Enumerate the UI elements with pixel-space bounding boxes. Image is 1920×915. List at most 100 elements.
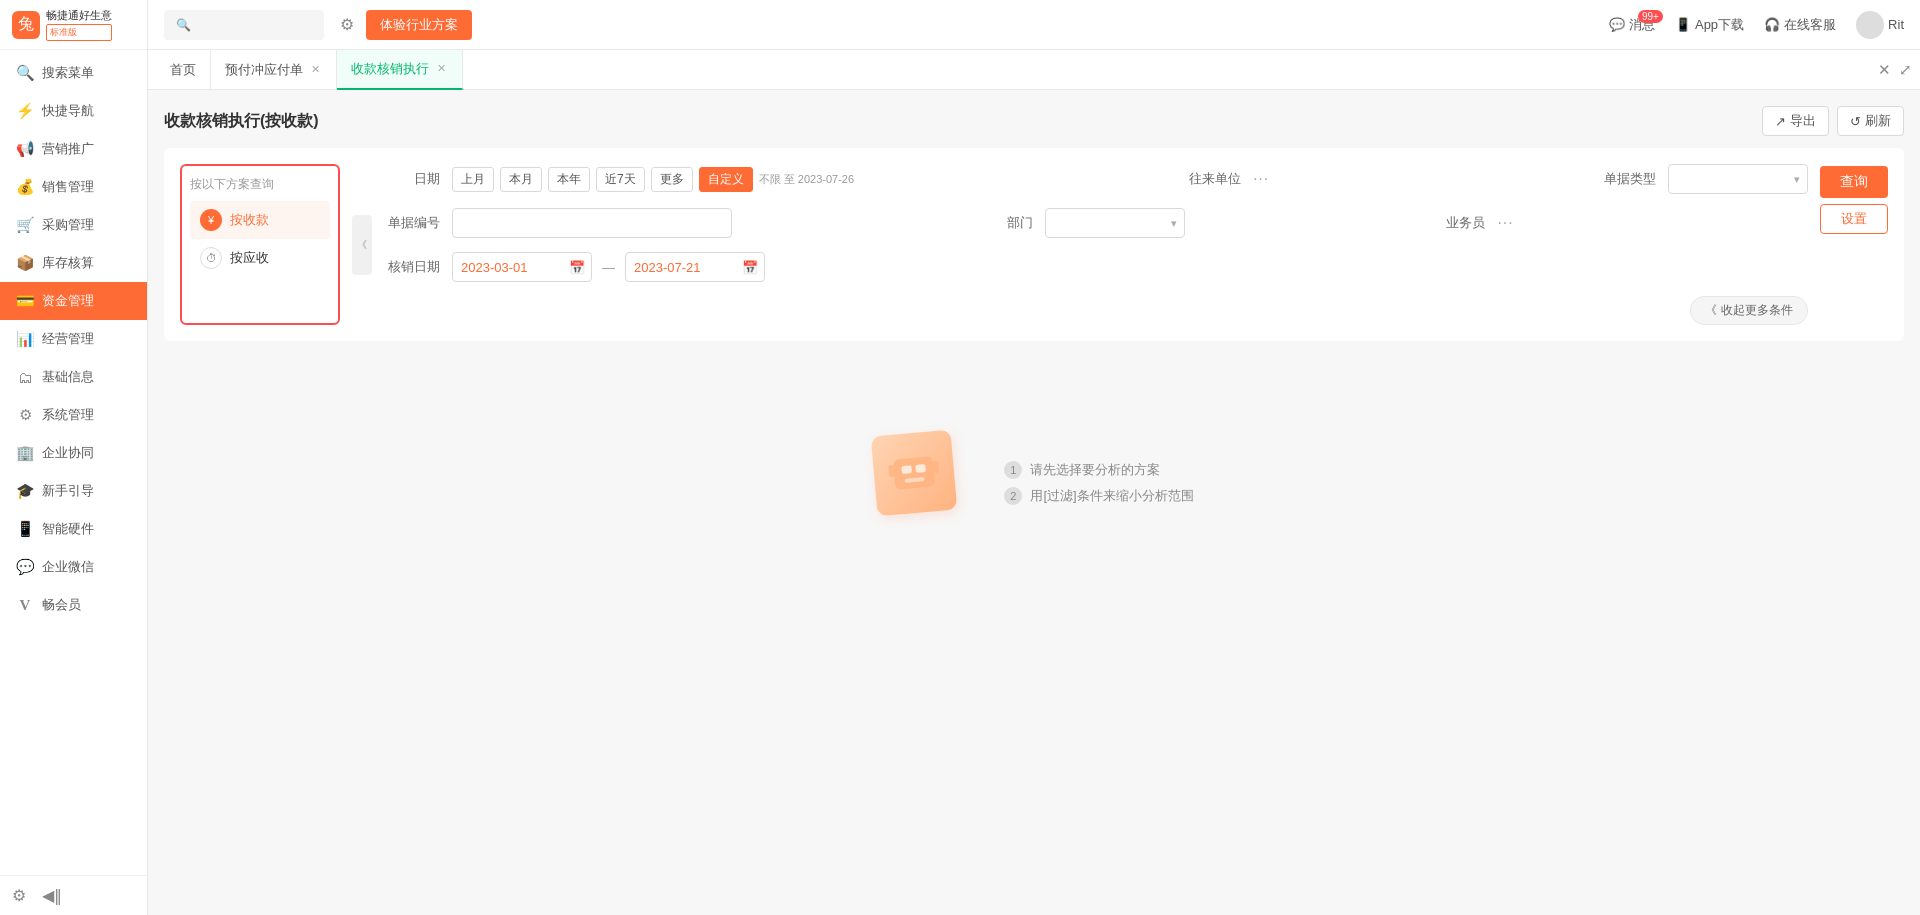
filter-option-by-receivable[interactable]: ⏱ 按应收 bbox=[190, 239, 330, 277]
refresh-icon: ↺ bbox=[1850, 114, 1861, 129]
sidebar-item-basic-label: 基础信息 bbox=[42, 368, 94, 386]
sidebar-logo: 兔 畅捷通好生意 标准版 bbox=[0, 0, 147, 50]
doc-type-select[interactable] bbox=[1668, 164, 1808, 194]
tab-close-all-icon[interactable]: ✕ bbox=[1878, 61, 1891, 79]
page-title-actions: ↗ 导出 ↺ 刷新 bbox=[1762, 106, 1904, 136]
tab-prepay-close-icon[interactable]: ✕ bbox=[309, 61, 322, 78]
finance-nav-icon: 💳 bbox=[16, 292, 34, 310]
search-nav-icon: 🔍 bbox=[16, 64, 34, 82]
export-label: 导出 bbox=[1790, 112, 1816, 130]
refresh-button[interactable]: ↺ 刷新 bbox=[1837, 106, 1904, 136]
svg-rect-0 bbox=[893, 456, 935, 489]
message-icon: 💬 bbox=[1609, 17, 1625, 32]
last-month-btn[interactable]: 上月 bbox=[452, 167, 494, 192]
sidebar-item-basic[interactable]: 🗂 基础信息 bbox=[0, 358, 147, 396]
app-download-button[interactable]: 📱 App下载 bbox=[1675, 16, 1744, 34]
settings-bottom-icon[interactable]: ⚙ bbox=[12, 886, 26, 905]
tab-prepay-label: 预付冲应付单 bbox=[225, 61, 303, 79]
filter-row-2: 单据编号 部门 业务员 ··· bbox=[384, 208, 1808, 238]
sidebar-item-newbie[interactable]: 🎓 新手引导 bbox=[0, 472, 147, 510]
dept-label: 部门 bbox=[977, 214, 1033, 232]
date-range-dash: — bbox=[602, 260, 615, 275]
online-service-button[interactable]: 🎧 在线客服 bbox=[1764, 16, 1836, 34]
topbar-gear-icon[interactable]: ⚙ bbox=[340, 15, 354, 34]
sales-nav-icon: 💰 bbox=[16, 178, 34, 196]
this-month-btn[interactable]: 本月 bbox=[500, 167, 542, 192]
collapse-sidebar-icon[interactable]: ◀‖ bbox=[42, 886, 62, 905]
sidebar-item-enterprise[interactable]: 🏢 企业协同 bbox=[0, 434, 147, 472]
dept-select[interactable] bbox=[1045, 208, 1185, 238]
tab-home[interactable]: 首页 bbox=[156, 50, 211, 90]
tab-prepay[interactable]: 预付冲应付单 ✕ bbox=[211, 50, 337, 90]
online-service-label: 在线客服 bbox=[1784, 16, 1836, 34]
sidebar-item-hardware[interactable]: 📱 智能硬件 bbox=[0, 510, 147, 548]
sidebar-item-sales[interactable]: 💰 销售管理 bbox=[0, 168, 147, 206]
empty-state: 1 请先选择要分析的方案 2 用[过滤]条件来缩小分析范围 bbox=[164, 353, 1904, 613]
empty-robot-icon bbox=[871, 430, 958, 517]
tip-num-1: 1 bbox=[1004, 461, 1022, 479]
topbar: 🔍 ⚙ 体验行业方案 💬 消息 99+ 📱 App下载 🎧 在线客服 Rit bbox=[148, 0, 1920, 50]
collapse-more-conditions-button[interactable]: 《 收起更多条件 bbox=[1690, 296, 1808, 325]
sidebar-item-system[interactable]: ⚙ 系统管理 bbox=[0, 396, 147, 434]
sidebar-item-search[interactable]: 🔍 搜索菜单 bbox=[0, 54, 147, 92]
sidebar-item-member-label: 畅会员 bbox=[42, 596, 81, 614]
headset-icon: 🎧 bbox=[1764, 17, 1780, 32]
sidebar-item-wechat[interactable]: 💬 企业微信 bbox=[0, 548, 147, 586]
collapse-filter-sidebar-button[interactable]: 《 bbox=[352, 215, 372, 275]
verify-date-end-cal-icon[interactable]: 📅 bbox=[736, 260, 764, 275]
verify-date-start-cal-icon[interactable]: 📅 bbox=[563, 260, 591, 275]
sidebar-item-member[interactable]: V 畅会员 bbox=[0, 586, 147, 624]
doc-no-input[interactable] bbox=[452, 208, 732, 238]
sidebar-item-quick-label: 快捷导航 bbox=[42, 102, 94, 120]
custom-date-btn[interactable]: 自定义 bbox=[699, 167, 753, 192]
page-content: 收款核销执行(按收款) ↗ 导出 ↺ 刷新 按以下方案查询 ¥ 按收款 bbox=[148, 90, 1920, 915]
sidebar-item-inventory[interactable]: 📦 库存核算 bbox=[0, 244, 147, 282]
export-icon: ↗ bbox=[1775, 114, 1786, 129]
user-menu[interactable]: Rit bbox=[1856, 11, 1904, 39]
partner-ellipsis[interactable]: ··· bbox=[1253, 170, 1269, 188]
sidebar-item-finance[interactable]: 💳 资金管理 bbox=[0, 282, 147, 320]
staff-ellipsis[interactable]: ··· bbox=[1497, 214, 1513, 232]
more-date-btn[interactable]: 更多 bbox=[651, 167, 693, 192]
empty-tip-2-text: 用[过滤]条件来缩小分析范围 bbox=[1030, 487, 1193, 505]
sidebar-item-purchase[interactable]: 🛒 采购管理 bbox=[0, 206, 147, 244]
hardware-nav-icon: 📱 bbox=[16, 520, 34, 538]
empty-tips: 1 请先选择要分析的方案 2 用[过滤]条件来缩小分析范围 bbox=[1004, 461, 1193, 505]
date-unlimit-text: 不限 至 2023-07-26 bbox=[759, 172, 854, 187]
verify-date-label: 核销日期 bbox=[384, 258, 440, 276]
filter-panel: 按以下方案查询 ¥ 按收款 ⏱ 按应收 《 bbox=[164, 148, 1904, 341]
tab-receivable-close-icon[interactable]: ✕ bbox=[435, 60, 448, 77]
last-7days-btn[interactable]: 近7天 bbox=[596, 167, 645, 192]
user-name: Rit bbox=[1888, 17, 1904, 32]
topbar-search-box[interactable]: 🔍 bbox=[164, 10, 324, 40]
solution-button[interactable]: 体验行业方案 bbox=[366, 10, 472, 40]
message-button[interactable]: 💬 消息 99+ bbox=[1609, 16, 1655, 34]
verify-date-start-input[interactable] bbox=[453, 256, 563, 279]
date-quick-buttons: 上月 本月 本年 近7天 更多 自定义 不限 至 2023-07-26 bbox=[452, 167, 854, 192]
sidebar-item-operation-label: 经营管理 bbox=[42, 330, 94, 348]
tab-receivable[interactable]: 收款核销执行 ✕ bbox=[337, 50, 463, 90]
query-button[interactable]: 查询 bbox=[1820, 166, 1888, 198]
operation-nav-icon: 📊 bbox=[16, 330, 34, 348]
sidebar-item-newbie-label: 新手引导 bbox=[42, 482, 94, 500]
tab-expand-icon[interactable]: ⤢ bbox=[1899, 61, 1912, 79]
member-nav-icon: V bbox=[16, 597, 34, 614]
sidebar-item-quick[interactable]: ⚡ 快捷导航 bbox=[0, 92, 147, 130]
date-label: 日期 bbox=[384, 170, 440, 188]
doc-type-label: 单据类型 bbox=[1600, 170, 1656, 188]
sidebar-item-enterprise-label: 企业协同 bbox=[42, 444, 94, 462]
filter-sidebar: 按以下方案查询 ¥ 按收款 ⏱ 按应收 bbox=[180, 164, 340, 325]
verify-date-range: 📅 — 📅 bbox=[452, 252, 765, 282]
quick-nav-icon: ⚡ bbox=[16, 102, 34, 120]
this-year-btn[interactable]: 本年 bbox=[548, 167, 590, 192]
verify-date-end-input[interactable] bbox=[626, 256, 736, 279]
sidebar-item-operation[interactable]: 📊 经营管理 bbox=[0, 320, 147, 358]
app-edition: 标准版 bbox=[46, 24, 112, 41]
tab-bar: 首页 预付冲应付单 ✕ 收款核销执行 ✕ ✕ ⤢ bbox=[148, 50, 1920, 90]
filter-row-3: 核销日期 📅 — 📅 bbox=[384, 252, 1808, 282]
sidebar-item-finance-label: 资金管理 bbox=[42, 292, 94, 310]
export-button[interactable]: ↗ 导出 bbox=[1762, 106, 1829, 136]
filter-option-by-receipt[interactable]: ¥ 按收款 bbox=[190, 201, 330, 239]
settings-button[interactable]: 设置 bbox=[1820, 204, 1888, 234]
sidebar-item-marketing[interactable]: 📢 营销推广 bbox=[0, 130, 147, 168]
